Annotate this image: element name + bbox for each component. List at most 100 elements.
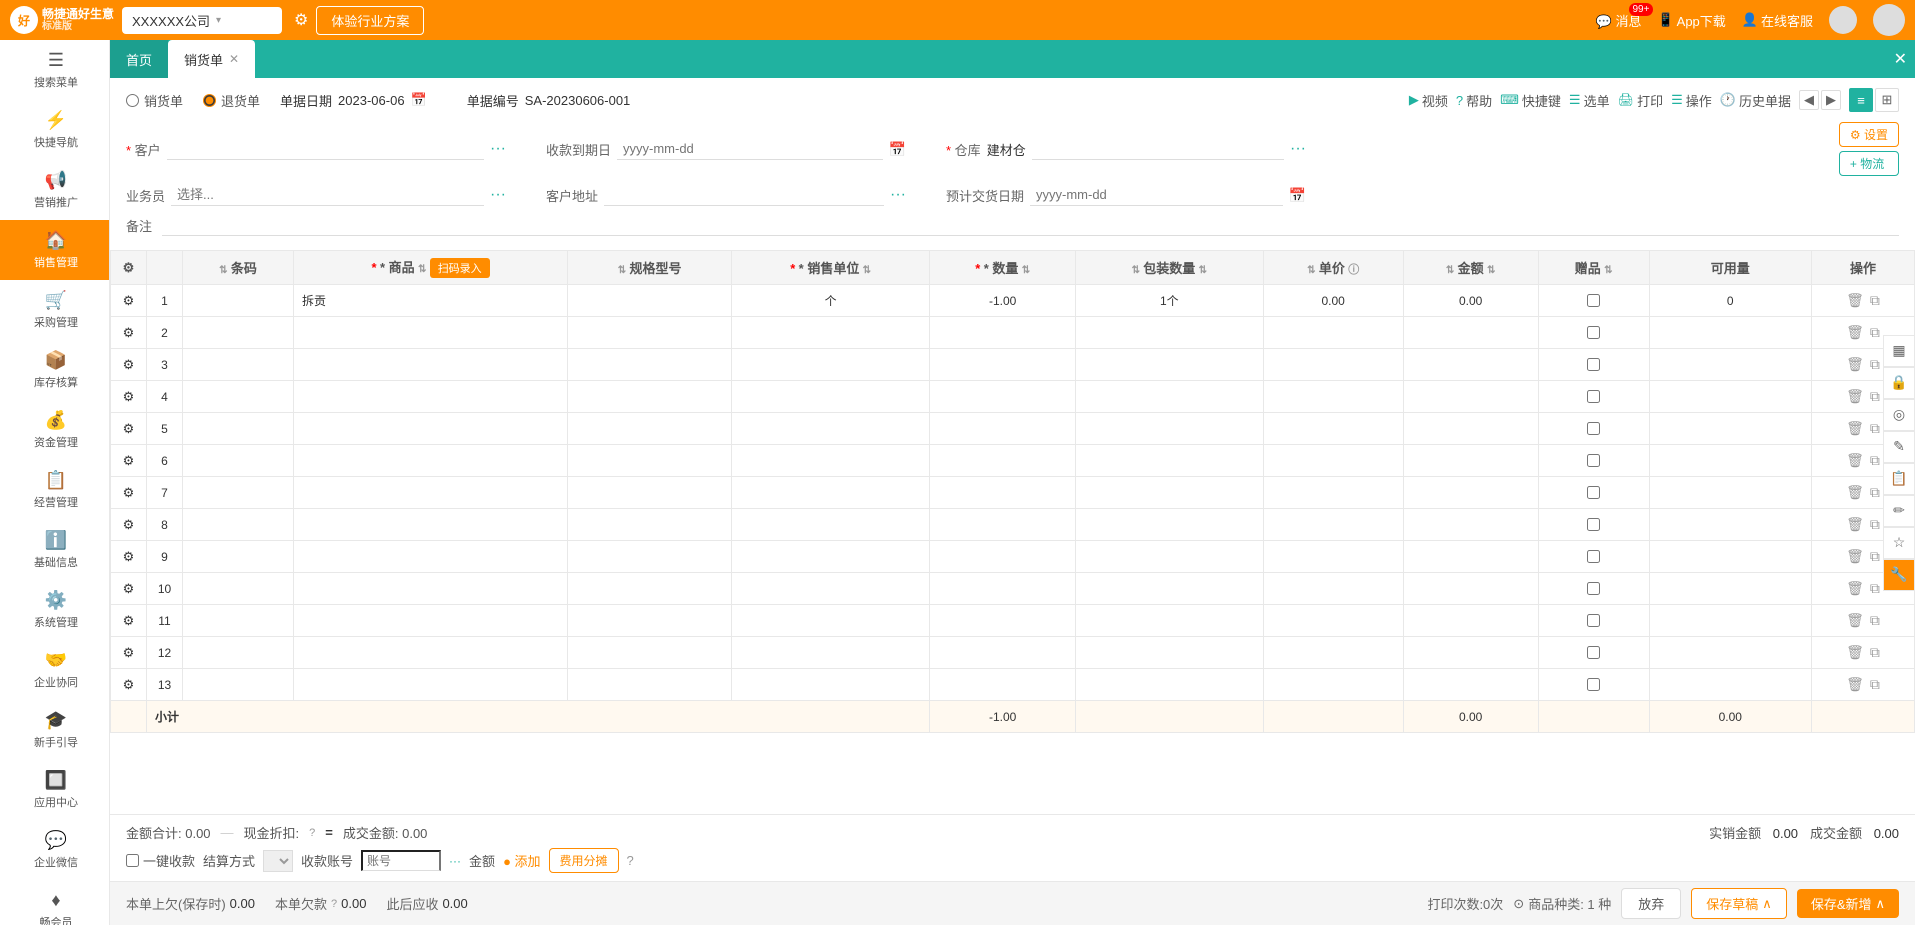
row-product-cell[interactable] <box>294 669 568 701</box>
row-gift-cell[interactable] <box>1538 381 1649 413</box>
pkgqty-sort-icon2[interactable]: ⇅ <box>1199 265 1207 276</box>
row-delete-icon[interactable]: 🗑 <box>1846 580 1864 597</box>
row-amount-cell[interactable] <box>1403 541 1538 573</box>
row-copy-icon[interactable]: ⧉ <box>1870 324 1880 341</box>
row-quantity-cell[interactable] <box>930 413 1076 445</box>
app-download-btn[interactable]: 📱 App下载 <box>1657 11 1725 30</box>
row-amount-cell[interactable] <box>1403 477 1538 509</box>
row-quantity-cell[interactable] <box>930 573 1076 605</box>
row-pkgqty-cell[interactable] <box>1076 637 1264 669</box>
row-gift-cell[interactable] <box>1538 349 1649 381</box>
radio-return-input[interactable] <box>203 94 216 107</box>
save-draft-btn[interactable]: 保存草稿 ∧ <box>1691 888 1787 919</box>
select-order-btn[interactable]: ☰选单 <box>1569 91 1610 110</box>
row-gear-cell[interactable]: ⚙ <box>111 509 147 541</box>
cash-discount-info-icon[interactable]: ? <box>309 827 315 839</box>
row-pkgqty-cell[interactable] <box>1076 381 1264 413</box>
row-product-cell[interactable] <box>294 413 568 445</box>
barcode-sort-icon[interactable]: ⇅ <box>219 265 227 276</box>
row-copy-icon[interactable]: ⧉ <box>1870 420 1880 437</box>
product-type-label[interactable]: ⊙ 商品种类: 1 种 <box>1513 894 1611 913</box>
sidebar-item-sales-mgmt[interactable]: 🏠 销售管理 <box>0 220 109 280</box>
row-delete-icon[interactable]: 🗑 <box>1846 644 1864 661</box>
discard-btn[interactable]: 放弃 <box>1621 888 1681 919</box>
row-gear-cell[interactable]: ⚙ <box>111 477 147 509</box>
row-delete-icon[interactable]: 🗑 <box>1846 676 1864 693</box>
row-unit-cell[interactable] <box>731 413 929 445</box>
row-pkgqty-cell[interactable] <box>1076 605 1264 637</box>
row-gift-checkbox[interactable] <box>1587 326 1600 339</box>
row-spec-cell[interactable] <box>568 317 732 349</box>
salesman-dots-btn[interactable]: ··· <box>490 186 506 204</box>
company-selector[interactable]: XXXXXX公司 ▾ <box>122 7 282 34</box>
expected-delivery-calendar-icon[interactable]: 📅 <box>1289 187 1306 204</box>
row-quantity-cell[interactable] <box>930 541 1076 573</box>
sidebar-item-marketing[interactable]: 📢 营销推广 <box>0 160 109 220</box>
date-calendar-icon[interactable]: 📅 <box>411 92 427 108</box>
row-spec-cell[interactable] <box>568 669 732 701</box>
logistics-btn[interactable]: + 物流 <box>1839 151 1899 176</box>
row-delete-icon[interactable]: 🗑 <box>1846 516 1864 533</box>
row-unitprice-cell[interactable] <box>1263 349 1403 381</box>
tab-sales-order[interactable]: 销货单 ✕ <box>168 40 255 78</box>
row-product-cell[interactable] <box>294 605 568 637</box>
customer-address-dots-btn[interactable]: ··· <box>890 186 906 204</box>
row-gift-cell[interactable] <box>1538 509 1649 541</box>
row-gear-cell[interactable]: ⚙ <box>111 541 147 573</box>
radio-sales-input[interactable] <box>126 94 139 107</box>
pkgqty-sort-icon[interactable]: ⇅ <box>1132 265 1140 276</box>
row-gift-checkbox[interactable] <box>1587 486 1600 499</box>
settings-btn[interactable]: ⚙ 设置 <box>1839 122 1899 147</box>
tab-home[interactable]: 首页 <box>110 40 168 78</box>
expense-split-btn[interactable]: 费用分摊 <box>549 848 619 873</box>
sidebar-item-sys-mgmt[interactable]: ⚙️ 系统管理 <box>0 580 109 640</box>
sidebar-item-capital-mgmt[interactable]: 💰 资金管理 <box>0 400 109 460</box>
help-btn[interactable]: ?帮助 <box>1456 91 1492 110</box>
view-grid-btn[interactable]: ⊞ <box>1875 88 1899 112</box>
row-unitprice-cell[interactable] <box>1263 573 1403 605</box>
rf-btn-3[interactable]: ◎ <box>1883 399 1915 431</box>
sidebar-item-search-order[interactable]: ☰ 搜索菜单 <box>0 40 109 100</box>
row-unit-cell[interactable] <box>731 317 929 349</box>
warehouse-input[interactable] <box>1032 138 1284 160</box>
salesman-input[interactable] <box>171 184 484 206</box>
row-barcode-cell[interactable] <box>183 381 294 413</box>
next-btn[interactable]: ▶ <box>1821 90 1841 110</box>
row-quantity-cell[interactable] <box>930 445 1076 477</box>
radio-return-order[interactable]: 退货单 <box>203 91 260 110</box>
row-product-cell[interactable] <box>294 477 568 509</box>
expected-delivery-input[interactable] <box>1030 184 1283 206</box>
row-pkgqty-cell[interactable] <box>1076 413 1264 445</box>
row-delete-icon[interactable]: 🗑 <box>1846 484 1864 501</box>
collection-date-calendar-icon[interactable]: 📅 <box>889 141 906 158</box>
row-unit-cell[interactable] <box>731 445 929 477</box>
row-gift-checkbox[interactable] <box>1587 550 1600 563</box>
tab-bar-close-btn[interactable]: ✕ <box>1894 49 1907 69</box>
row-product-cell[interactable]: 拆贡 <box>294 285 568 317</box>
scan-btn[interactable]: 扫码录入 <box>430 258 490 278</box>
row-barcode-cell[interactable] <box>183 445 294 477</box>
row-delete-icon[interactable]: 🗑 <box>1846 548 1864 565</box>
unit-sort-icon[interactable]: ⇅ <box>863 265 871 276</box>
row-pkgqty-cell[interactable] <box>1076 445 1264 477</box>
row-amount-cell[interactable] <box>1403 509 1538 541</box>
radio-sales-order[interactable]: 销货单 <box>126 91 183 110</box>
row-quantity-cell[interactable] <box>930 349 1076 381</box>
row-gift-checkbox[interactable] <box>1587 678 1600 691</box>
expense-help-icon[interactable]: ? <box>627 853 634 868</box>
print-btn[interactable]: 🖨打印 <box>1618 91 1664 110</box>
row-copy-icon[interactable]: ⧉ <box>1870 676 1880 693</box>
row-pkgqty-cell[interactable] <box>1076 573 1264 605</box>
row-barcode-cell[interactable] <box>183 317 294 349</box>
row-unit-cell[interactable] <box>731 669 929 701</box>
row-unitprice-cell[interactable] <box>1263 637 1403 669</box>
row-barcode-cell[interactable] <box>183 285 294 317</box>
row-unit-cell[interactable] <box>731 573 929 605</box>
view-list-btn[interactable]: ≡ <box>1849 88 1873 112</box>
row-gift-cell[interactable] <box>1538 477 1649 509</box>
sidebar-item-app-center[interactable]: 🔲 应用中心 <box>0 760 109 820</box>
row-product-cell[interactable] <box>294 349 568 381</box>
row-quantity-cell[interactable]: -1.00 <box>930 285 1076 317</box>
row-unitprice-cell[interactable] <box>1263 317 1403 349</box>
row-gift-checkbox[interactable] <box>1587 422 1600 435</box>
